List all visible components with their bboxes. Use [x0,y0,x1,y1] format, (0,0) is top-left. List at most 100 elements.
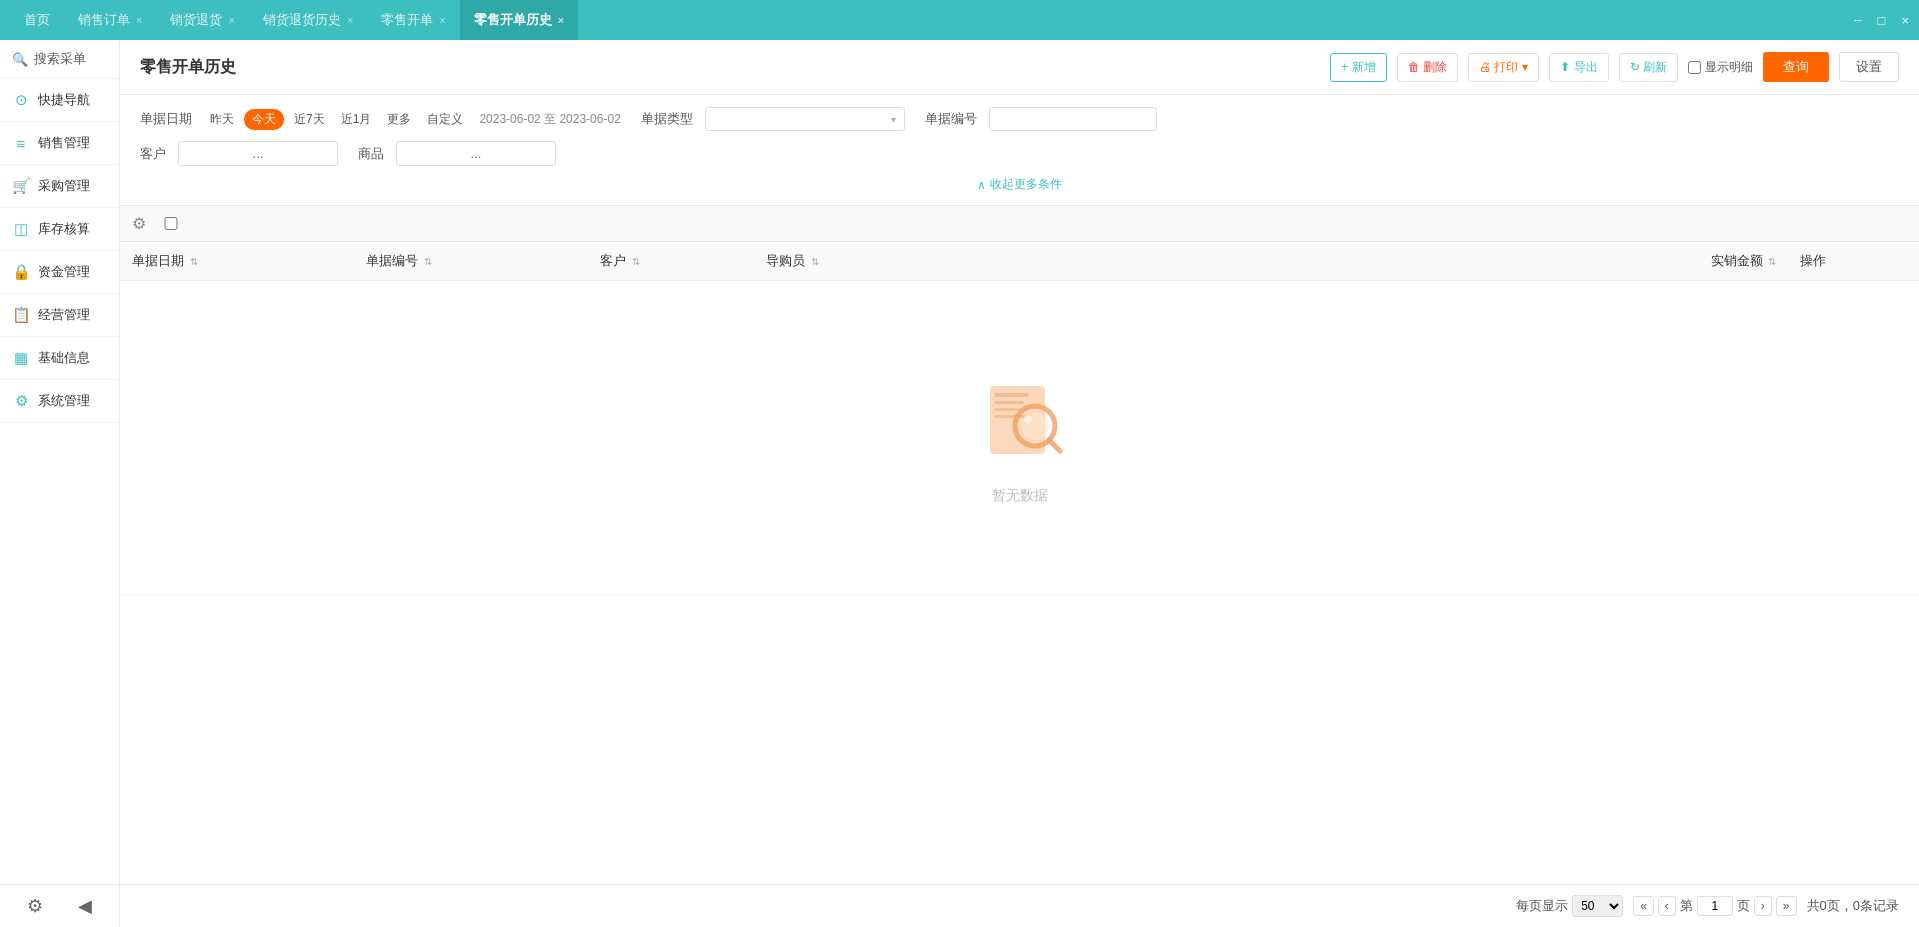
print-button[interactable]: 🖨 打印 ▾ [1468,53,1539,82]
per-page-select[interactable]: 50 10 20 100 [1572,895,1623,917]
goods-label: 商品 [358,145,384,163]
window-close-button[interactable]: × [1901,13,1909,28]
search-icon: 🔍 [12,52,28,67]
export-button[interactable]: ⬆ 导出 [1549,53,1608,82]
col-customer[interactable]: 客户 ⇅ [588,242,754,281]
date-custom[interactable]: 自定义 [421,109,469,130]
sidebar-item-operations[interactable]: 📋 经营管理 [0,294,119,337]
per-page-label: 每页显示 [1516,897,1568,915]
window-controls: − □ × [1854,13,1909,28]
close-retail-open-tab[interactable]: × [439,14,445,26]
inventory-icon: ◫ [12,220,30,238]
number-input[interactable] [989,107,1157,131]
system-mgmt-icon: ⚙ [12,392,30,410]
table-toolbar: ⚙ [120,206,1919,242]
date-range-display: 2023-06-02 至 2023-06-02 [479,111,620,128]
col-number[interactable]: 单据编号 ⇅ [354,242,588,281]
sort-number-icon: ⇅ [424,256,432,267]
sidebar-item-finance[interactable]: 🔒 资金管理 [0,251,119,294]
current-page-input[interactable] [1697,896,1733,916]
date-7days[interactable]: 近7天 [288,109,331,130]
setting-button[interactable]: 设置 [1839,52,1899,82]
close-sales-order-tab[interactable]: × [136,14,142,26]
sidebar-item-sales-mgmt[interactable]: ≡ 销售管理 [0,122,119,165]
sidebar-item-system-mgmt[interactable]: ⚙ 系统管理 [0,380,119,423]
customer-select-button[interactable]: ... [178,141,338,166]
close-sales-return-history-tab[interactable]: × [347,14,353,26]
customer-label: 客户 [140,145,166,163]
svg-rect-2 [994,401,1024,404]
col-guide[interactable]: 导购员 ⇅ [754,242,954,281]
window-max-button[interactable]: □ [1878,13,1886,28]
purchase-mgmt-icon: 🛒 [12,177,30,195]
collapse-button[interactable]: ∧ 收起更多条件 [140,176,1899,193]
close-sales-return-tab[interactable]: × [228,14,234,26]
goods-select-button[interactable]: ... [396,141,556,166]
pagination-bar: 每页显示 50 10 20 100 « ‹ 第 页 › » 共0页，0条记录 [120,884,1919,927]
quick-nav-icon: ⊙ [12,91,30,109]
add-button[interactable]: + 新增 [1330,53,1386,82]
sidebar-collapse-icon[interactable]: ◀ [78,895,92,917]
query-button[interactable]: 查询 [1763,52,1829,82]
page-label: 第 [1680,897,1693,915]
window-min-button[interactable]: − [1854,13,1862,28]
col-date[interactable]: 单据日期 ⇅ [120,242,354,281]
delete-button[interactable]: 🗑 删除 [1397,53,1458,82]
table-body: 暂无数据 [120,281,1919,596]
sidebar-item-quick-nav[interactable]: ⊙ 快捷导航 [0,79,119,122]
sidebar-search[interactable]: 🔍 搜索采单 [0,40,119,79]
table-head: 单据日期 ⇅ 单据编号 ⇅ 客户 ⇅ 导购员 ⇅ [120,242,1919,281]
display-detail-toggle[interactable]: 显示明细 [1688,59,1753,76]
tab-sales-order[interactable]: 销售订单 × [64,0,156,40]
empty-text: 暂无数据 [992,487,1048,505]
filter-row-1: 单据日期 昨天 今天 近7天 近1月 更多 自定义 2023-06-02 至 2… [140,107,1899,131]
tab-retail-open[interactable]: 零售开单 × [367,0,459,40]
date-filter-group: 单据日期 昨天 今天 近7天 近1月 更多 自定义 2023-06-02 至 2… [140,109,621,130]
first-page-button[interactable]: « [1633,896,1654,916]
tab-sales-return[interactable]: 销货退货 × [156,0,248,40]
sidebar-item-label: 库存核算 [38,220,90,238]
empty-state: 暂无数据 [132,291,1907,585]
sidebar-item-basic-info[interactable]: ▦ 基础信息 [0,337,119,380]
display-detail-checkbox[interactable] [1688,61,1701,74]
last-page-button[interactable]: » [1776,896,1797,916]
date-more[interactable]: 更多 [381,109,417,130]
col-action: 操作 [1788,242,1919,281]
prev-page-button[interactable]: ‹ [1658,896,1676,916]
search-label: 搜索采单 [34,50,86,68]
select-all-checkbox[interactable] [156,217,186,230]
date-yesterday[interactable]: 昨天 [204,109,240,130]
sidebar: 🔍 搜索采单 ⊙ 快捷导航 ≡ 销售管理 🛒 采购管理 ◫ 库存核算 🔒 资金管… [0,40,120,927]
sidebar-item-purchase-mgmt[interactable]: 🛒 采购管理 [0,165,119,208]
sort-amount-icon: ⇅ [1768,256,1776,267]
data-table: 单据日期 ⇅ 单据编号 ⇅ 客户 ⇅ 导购员 ⇅ [120,242,1919,596]
next-page-button[interactable]: › [1754,896,1772,916]
close-retail-open-history-tab[interactable]: × [558,14,564,26]
tab-sales-return-history[interactable]: 销货退货历史 × [249,0,367,40]
refresh-button[interactable]: ↻ 刷新 [1619,53,1678,82]
type-select-wrap[interactable]: ▾ [705,107,905,131]
svg-line-7 [1049,440,1060,451]
sidebar-item-inventory[interactable]: ◫ 库存核算 [0,208,119,251]
sidebar-bottom: ⚙ ◀ [0,884,119,927]
svg-rect-3 [994,408,1022,411]
sidebar-item-label: 资金管理 [38,263,90,281]
sort-customer-icon: ⇅ [632,256,640,267]
sidebar-item-label: 快捷导航 [38,91,90,109]
sidebar-settings-icon[interactable]: ⚙ [27,895,43,917]
type-select[interactable] [714,112,891,126]
empty-icon [970,371,1070,471]
col-amount[interactable]: 实销金额 ⇅ [1554,242,1788,281]
date-1month[interactable]: 近1月 [335,109,378,130]
sort-guide-icon: ⇅ [811,256,819,267]
table-header-row: 单据日期 ⇅ 单据编号 ⇅ 客户 ⇅ 导购员 ⇅ [120,242,1919,281]
collapse-icon: ∧ [977,178,986,192]
main-layout: 🔍 搜索采单 ⊙ 快捷导航 ≡ 销售管理 🛒 采购管理 ◫ 库存核算 🔒 资金管… [0,40,1919,927]
tab-home[interactable]: 首页 [10,0,64,40]
table-settings-icon[interactable]: ⚙ [132,214,146,233]
page-size-wrap: 每页显示 50 10 20 100 [1516,895,1623,917]
date-today[interactable]: 今天 [244,109,284,130]
tab-retail-open-history[interactable]: 零售开单历史 × [460,0,578,40]
collapse-label: 收起更多条件 [990,176,1062,193]
top-bar: 首页 销售订单 × 销货退货 × 销货退货历史 × 零售开单 × 零售开单历史 … [0,0,1919,40]
